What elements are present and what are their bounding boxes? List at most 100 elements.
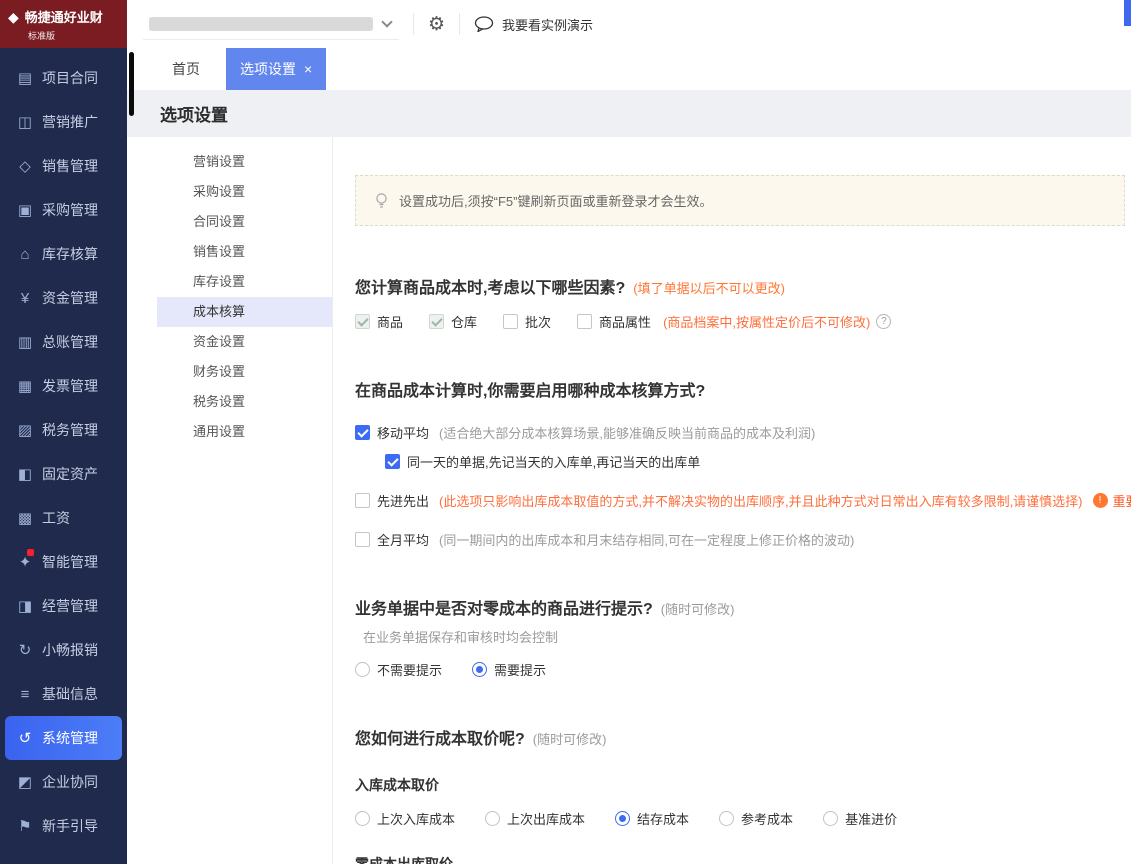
gear-icon[interactable]: ⚙ [428,15,445,34]
radio-last-outbound-cost[interactable]: 上次出库成本 [485,809,585,828]
list-icon: ≡ [15,686,35,703]
warehouse-icon: ⌂ [15,246,35,263]
speech-bubble-icon [474,16,494,32]
sidebar-item-invoice[interactable]: ▦发票管理 [5,364,122,408]
checkbox-goods[interactable]: 商品 [355,312,403,331]
tab-label: 选项设置 [240,59,296,79]
sidebar-item-basic-info[interactable]: ≡基础信息 [5,672,122,716]
sidebar-item-fixed-assets[interactable]: ◧固定资产 [5,452,122,496]
sidebar-item-smart-management[interactable]: ✦智能管理 [5,540,122,584]
submenu-item-marketing-settings[interactable]: 营销设置 [157,147,332,177]
close-tab-icon[interactable]: × [304,62,312,76]
sidebar: ◆ 畅捷通好业财 标准版 ▤项目合同 ◫营销推广 ◇销售管理 ▣采购管理 ⌂库存… [0,0,127,864]
company-select[interactable] [143,9,399,40]
sidebar-item-label: 资金管理 [42,288,98,308]
sidebar-item-purchase[interactable]: ▣采购管理 [5,188,122,232]
checkbox-goods-attribute[interactable]: 商品属性 [577,312,651,331]
monthly-average-row: 全月平均 (同一期间内的出库成本和月末结存相同,可在一定程度上修正价格的波动) [355,530,1125,549]
sidebar-item-general-ledger[interactable]: ▥总账管理 [5,320,122,364]
section-note: (填了单据以后不可以更改) [633,281,785,296]
section-note: (随时可修改) [661,602,735,617]
radio-selected-icon [615,811,630,826]
radio-unselected-icon [485,811,500,826]
corner-accent [1124,0,1131,26]
divider [413,13,414,35]
sidebar-item-collaboration[interactable]: ◩企业协同 [5,760,122,804]
zero-prompt-options: 不需要提示 需要提示 [355,660,1125,679]
demo-link[interactable]: 我要看实例演示 [474,15,593,34]
radio-no-prompt[interactable]: 不需要提示 [355,660,442,679]
submenu-item-inventory-settings[interactable]: 库存设置 [157,267,332,297]
sidebar-item-label: 智能管理 [42,552,98,572]
refresh-icon: ↻ [15,641,35,659]
sidebar-item-project-contract[interactable]: ▤项目合同 [5,56,122,100]
checkbox-batch[interactable]: 批次 [503,312,551,331]
radio-balance-cost[interactable]: 结存成本 [615,809,689,828]
scrollbar-thumb[interactable] [129,52,134,116]
checkbox-fifo[interactable]: 先进先出 [355,491,429,510]
sidebar-item-reimburse[interactable]: ↻小畅报销 [5,628,122,672]
page-title-band: 选项设置 [127,90,1131,137]
submenu-item-cost-accounting[interactable]: 成本核算 [157,297,332,327]
tab-option-settings[interactable]: 选项设置 × [226,48,326,90]
sidebar-item-system-management[interactable]: ↺ 系统管理 [5,716,122,760]
checkbox-warehouse[interactable]: 仓库 [429,312,477,331]
important-icon: ! [1093,493,1108,508]
payroll-icon: ▩ [15,509,35,527]
checkbox-same-day-order[interactable]: 同一天的单据,先记当天的入库单,再记当天的出库单 [385,452,700,471]
sidebar-item-tax[interactable]: ▨税务管理 [5,408,122,452]
section-title: 您如何进行成本取价呢?(随时可修改) [355,725,1125,749]
checkbox-monthly-average[interactable]: 全月平均 [355,530,429,549]
submenu-item-purchase-settings[interactable]: 采购设置 [157,177,332,207]
notification-badge [27,549,34,556]
section-title: 在商品成本计算时,你需要启用哪种成本核算方式? [355,377,1125,401]
radio-unselected-icon [823,811,838,826]
zero-outbound-pricing-title: 零成本出库取价 [355,854,1125,864]
important-hint[interactable]: !重要 [1093,491,1131,510]
radio-last-inbound-cost[interactable]: 上次入库成本 [355,809,455,828]
sidebar-item-marketing[interactable]: ◫营销推广 [5,100,122,144]
submenu-item-contract-settings[interactable]: 合同设置 [157,207,332,237]
sidebar-item-label: 税务管理 [42,420,98,440]
sidebar-item-funds[interactable]: ¥资金管理 [5,276,122,320]
checkbox-moving-average[interactable]: 移动平均 [355,423,429,442]
topbar: ⚙ 我要看实例演示 [127,0,1131,48]
bag-icon: ▣ [15,201,35,219]
page-body: 营销设置 采购设置 合同设置 销售设置 库存设置 成本核算 资金设置 财务设置 … [127,137,1131,864]
section-zero-cost-prompt: 业务单据中是否对零成本的商品进行提示?(随时可修改) 在业务单据保存和审核时均会… [355,595,1125,679]
fifo-note: (此选项只影响出库成本取值的方式,并不解决实物的出库顺序,并且此种方式对日常出入… [439,491,1083,510]
tab-label: 首页 [172,59,200,79]
sidebar-item-inventory[interactable]: ⌂库存核算 [5,232,122,276]
submenu-item-tax-settings[interactable]: 税务设置 [157,387,332,417]
settings-content: 设置成功后,须按“F5”键刷新页面或重新登录才会生效。 您计算商品成本时,考虑以… [333,137,1131,864]
sidebar-item-beginner-guide[interactable]: ⚑新手引导 [5,804,122,848]
gift-icon: ◫ [15,113,35,131]
chart-icon: ◨ [15,597,35,615]
radio-need-prompt[interactable]: 需要提示 [472,660,546,679]
radio-unselected-icon [355,662,370,677]
checkbox-checked-icon [355,425,370,440]
question-icon[interactable]: ? [876,314,891,329]
radio-unselected-icon [719,811,734,826]
brand-edition: 标准版 [28,29,119,42]
sidebar-item-operation[interactable]: ◨经营管理 [5,584,122,628]
sync-icon: ↺ [15,729,35,747]
sidebar-item-payroll[interactable]: ▩工资 [5,496,122,540]
submenu-item-general-settings[interactable]: 通用设置 [157,417,332,447]
attribute-note: (商品档案中,按属性定价后不可修改) [663,312,870,331]
brand-name: 畅捷通好业财 [25,7,103,26]
checkbox-checked-disabled-icon [355,314,370,329]
submenu-item-fund-settings[interactable]: 资金设置 [157,327,332,357]
section-title: 业务单据中是否对零成本的商品进行提示?(随时可修改) [355,595,1125,619]
submenu-item-finance-settings[interactable]: 财务设置 [157,357,332,387]
sidebar-item-label: 发票管理 [42,376,98,396]
sidebar-item-label: 系统管理 [42,728,98,748]
radio-base-purchase-price[interactable]: 基准进价 [823,809,897,828]
sidebar-nav: ▤项目合同 ◫营销推广 ◇销售管理 ▣采购管理 ⌂库存核算 ¥资金管理 ▥总账管… [0,48,127,848]
sidebar-item-sales[interactable]: ◇销售管理 [5,144,122,188]
radio-reference-cost[interactable]: 参考成本 [719,809,793,828]
asset-icon: ◧ [15,465,35,483]
sidebar-item-label: 销售管理 [42,156,98,176]
submenu-item-sales-settings[interactable]: 销售设置 [157,237,332,267]
tab-home[interactable]: 首页 [160,48,212,90]
